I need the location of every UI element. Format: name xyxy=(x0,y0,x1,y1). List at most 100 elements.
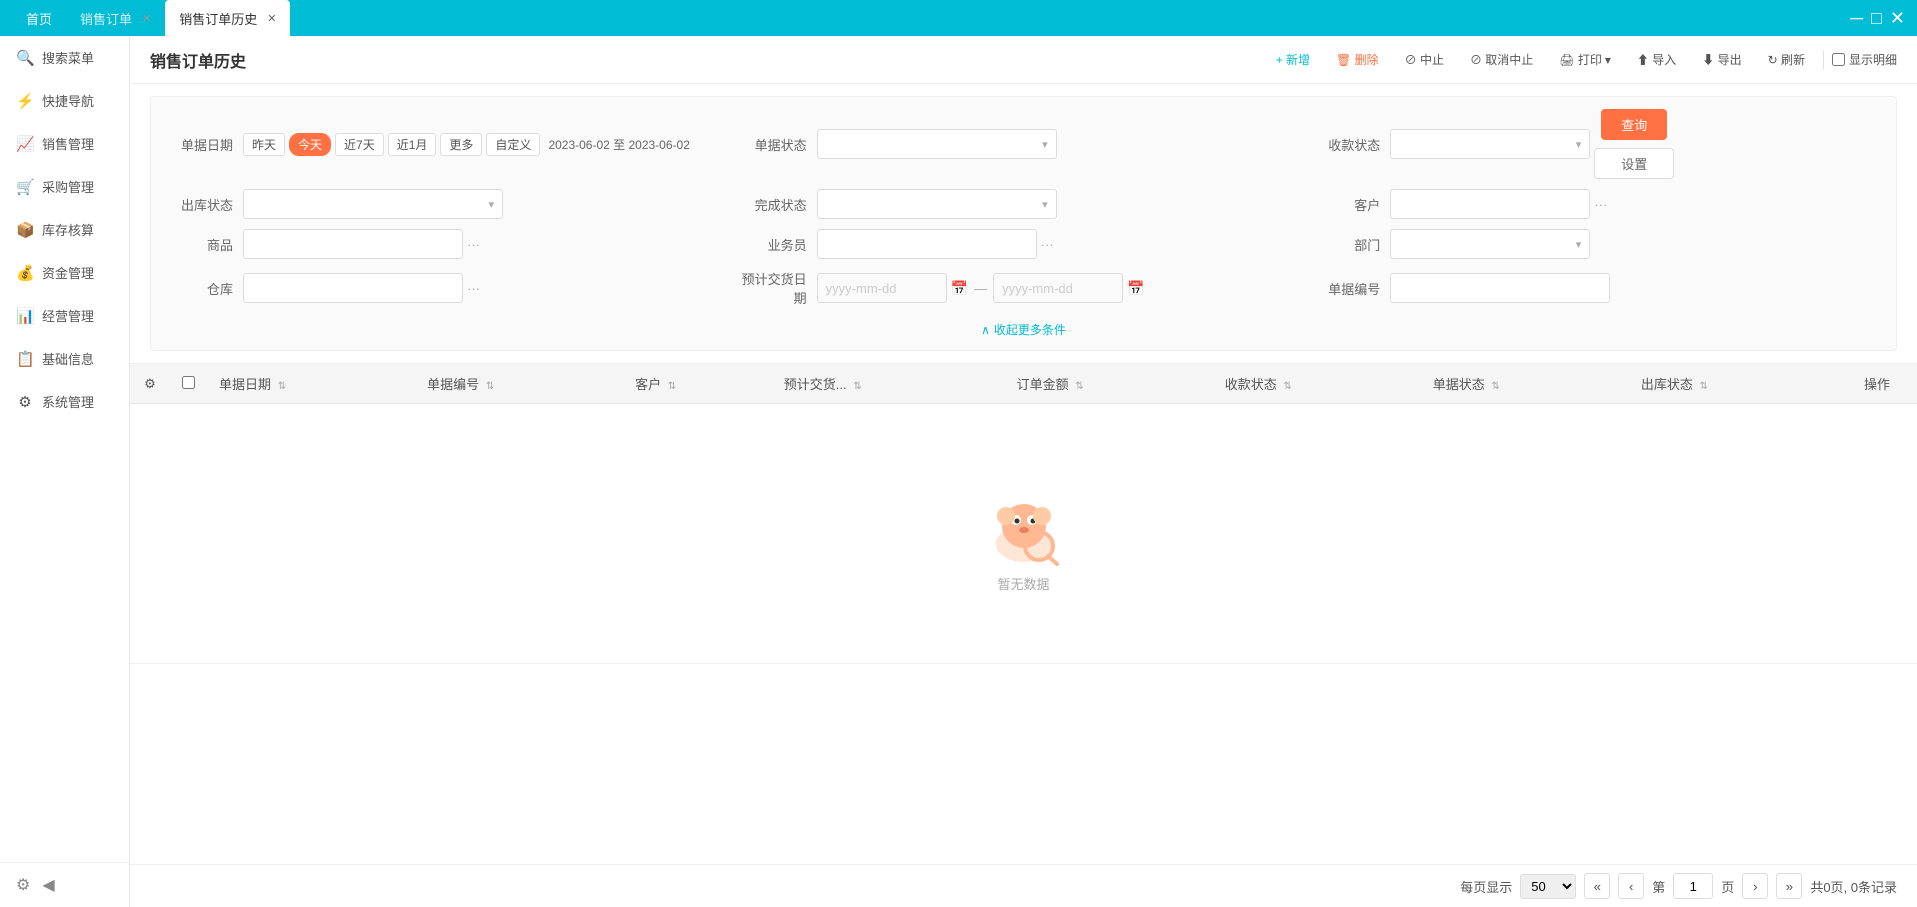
sidebar-item-quicknav-label: 快捷导航 xyxy=(42,91,94,110)
th-expected-delivery[interactable]: 预计交货... ⇅ xyxy=(772,364,1005,404)
date-btn-custom[interactable]: 自定义 xyxy=(486,133,540,156)
payment-status-select[interactable]: ▾ xyxy=(1390,129,1590,159)
show-detail-checkbox[interactable] xyxy=(1832,53,1845,66)
sort-payment-status-icon: ⇅ xyxy=(1283,381,1291,392)
order-number-input[interactable] xyxy=(1390,273,1610,303)
sidebar-item-quicknav[interactable]: ⚡ 快捷导航 xyxy=(0,79,129,122)
product-dots[interactable]: ··· xyxy=(467,237,480,252)
new-button-label: + 新增 xyxy=(1276,51,1310,68)
import-button-label: ⬆ 导入 xyxy=(1637,51,1676,68)
th-order-date[interactable]: 单据日期 ⇅ xyxy=(207,364,415,404)
product-input[interactable] xyxy=(243,229,463,259)
order-status-chevron: ▾ xyxy=(1042,138,1048,151)
sidebar-item-sales[interactable]: 📈 销售管理 xyxy=(0,122,129,165)
warehouse-dots[interactable]: ··· xyxy=(467,281,480,296)
print-button[interactable]: 🖨 打印 ▾ xyxy=(1549,46,1621,73)
date-field: 昨天 今天 近7天 近1月 更多 自定义 2023-06-02 至 2023-0… xyxy=(243,133,737,156)
filter-row-4: 仓库 ··· 预计交货日期 yyyy-mm-dd 📅 xyxy=(163,269,1884,307)
th-order-status-label: 单据状态 xyxy=(1433,377,1485,392)
collapse-button[interactable]: ∧ 收起更多条件 xyxy=(163,317,1884,338)
salesperson-input[interactable] xyxy=(817,229,1037,259)
delivery-status-select[interactable]: ▾ xyxy=(243,189,503,219)
date-btn-more[interactable]: 更多 xyxy=(440,133,482,156)
sidebar-item-purchase[interactable]: 🛒 采购管理 xyxy=(0,165,129,208)
stop-button[interactable]: ⊘ 中止 xyxy=(1395,46,1454,73)
cancel-stop-button[interactable]: ⊘ 取消中止 xyxy=(1460,46,1543,73)
th-order-no[interactable]: 单据编号 ⇅ xyxy=(415,364,623,404)
th-payment-status[interactable]: 收款状态 ⇅ xyxy=(1213,364,1421,404)
th-order-no-label: 单据编号 xyxy=(427,377,479,392)
sort-order-status-icon: ⇅ xyxy=(1491,381,1499,392)
per-page-select[interactable]: 10 20 50 100 xyxy=(1520,874,1576,899)
date-btn-yesterday[interactable]: 昨天 xyxy=(243,133,285,156)
sidebar-settings-icon[interactable]: ⚙ xyxy=(16,875,30,895)
expected-delivery-end[interactable]: yyyy-mm-dd xyxy=(993,273,1123,303)
sidebar-item-basic-label: 基础信息 xyxy=(42,349,94,368)
page-number-input[interactable] xyxy=(1673,873,1713,899)
show-detail-checkbox-label[interactable]: 显示明细 xyxy=(1832,51,1897,68)
select-all-checkbox[interactable] xyxy=(182,376,195,389)
data-table: ⚙ 单据日期 ⇅ 单据编号 ⇅ 客户 xyxy=(130,364,1917,664)
sort-delivery-status-icon: ⇅ xyxy=(1700,381,1708,392)
customer-dots[interactable]: ··· xyxy=(1594,197,1607,212)
warehouse-input[interactable] xyxy=(243,273,463,303)
print-dropdown-icon: ▾ xyxy=(1605,53,1611,67)
expected-delivery-label: 预计交货日期 xyxy=(737,269,817,307)
expected-delivery-start[interactable]: yyyy-mm-dd xyxy=(817,273,947,303)
sidebar-item-basic[interactable]: 📋 基础信息 xyxy=(0,337,129,380)
sidebar-item-system[interactable]: ⚙ 系统管理 xyxy=(0,380,129,423)
sidebar-item-ops[interactable]: 📊 经营管理 xyxy=(0,294,129,337)
date-btn-today[interactable]: 今天 xyxy=(289,133,331,156)
total-text: 共0页, 0条记录 xyxy=(1810,877,1897,896)
delivery-start-calendar-icon[interactable]: 📅 xyxy=(951,280,968,297)
tab-sales-order-close[interactable]: ✕ xyxy=(142,12,151,25)
tab-home[interactable]: 首页 xyxy=(12,0,66,36)
completion-status-label: 完成状态 xyxy=(737,195,817,214)
sort-order-amount-icon: ⇅ xyxy=(1075,381,1083,392)
sidebar-item-ops-label: 经营管理 xyxy=(42,306,94,325)
sidebar-collapse-icon[interactable]: ◀ xyxy=(42,875,54,895)
content-area: 销售订单历史 + 新增 🗑 删除 ⊘ 中止 ⊘ 取消中止 🖨 打印 ▾ xyxy=(130,36,1917,907)
collapse-arrow-icon: ∧ xyxy=(981,323,990,337)
per-page-label: 每页显示 xyxy=(1460,877,1512,896)
next-page-button[interactable]: › xyxy=(1742,873,1768,899)
filter-setting-button[interactable]: 设置 xyxy=(1594,148,1674,179)
sidebar-item-search[interactable]: 🔍 搜索菜单 xyxy=(0,36,129,79)
th-order-amount[interactable]: 订单金额 ⇅ xyxy=(1005,364,1213,404)
th-order-date-label: 单据日期 xyxy=(219,377,271,392)
export-button[interactable]: ⬇ 导出 xyxy=(1692,46,1751,73)
th-delivery-status[interactable]: 出库状态 ⇅ xyxy=(1629,364,1837,404)
close-icon[interactable]: ✕ xyxy=(1890,8,1905,29)
prev-page-button[interactable]: ‹ xyxy=(1618,873,1644,899)
refresh-button[interactable]: ↻ 刷新 xyxy=(1758,46,1815,73)
sidebar-item-inventory[interactable]: 📦 库存核算 xyxy=(0,208,129,251)
maximize-icon[interactable]: □ xyxy=(1871,8,1882,29)
tab-sales-order[interactable]: 销售订单 ✕ xyxy=(66,0,165,36)
tab-sales-order-history[interactable]: 销售订单历史 ✕ xyxy=(165,0,290,36)
salesperson-dots[interactable]: ··· xyxy=(1041,237,1054,252)
tab-sales-order-history-close[interactable]: ✕ xyxy=(267,12,276,25)
minimize-icon[interactable]: ─ xyxy=(1850,8,1863,29)
import-button[interactable]: ⬆ 导入 xyxy=(1627,46,1686,73)
query-button[interactable]: 查询 xyxy=(1601,109,1667,140)
order-status-select[interactable]: ▾ xyxy=(817,129,1057,159)
delivery-end-calendar-icon[interactable]: 📅 xyxy=(1127,280,1144,297)
delete-button[interactable]: 🗑 删除 xyxy=(1326,46,1389,73)
sidebar-item-fund[interactable]: 💰 资金管理 xyxy=(0,251,129,294)
completion-status-select[interactable]: ▾ xyxy=(817,189,1057,219)
new-button[interactable]: + 新增 xyxy=(1266,46,1320,73)
first-page-button[interactable]: « xyxy=(1584,873,1610,899)
last-page-button[interactable]: » xyxy=(1776,873,1802,899)
th-checkbox[interactable] xyxy=(170,364,207,404)
th-order-status[interactable]: 单据状态 ⇅ xyxy=(1421,364,1629,404)
sidebar-item-purchase-label: 采购管理 xyxy=(42,177,94,196)
date-btn-1month[interactable]: 近1月 xyxy=(388,133,437,156)
th-customer[interactable]: 客户 ⇅ xyxy=(623,364,772,404)
date-btn-7days[interactable]: 近7天 xyxy=(335,133,384,156)
department-select[interactable]: ▾ xyxy=(1390,229,1590,259)
customer-label: 客户 xyxy=(1310,195,1390,214)
sidebar-item-inventory-label: 库存核算 xyxy=(42,220,94,239)
th-expected-delivery-label: 预计交货... xyxy=(784,377,847,392)
customer-input[interactable] xyxy=(1390,189,1590,219)
th-settings[interactable]: ⚙ xyxy=(130,364,170,404)
